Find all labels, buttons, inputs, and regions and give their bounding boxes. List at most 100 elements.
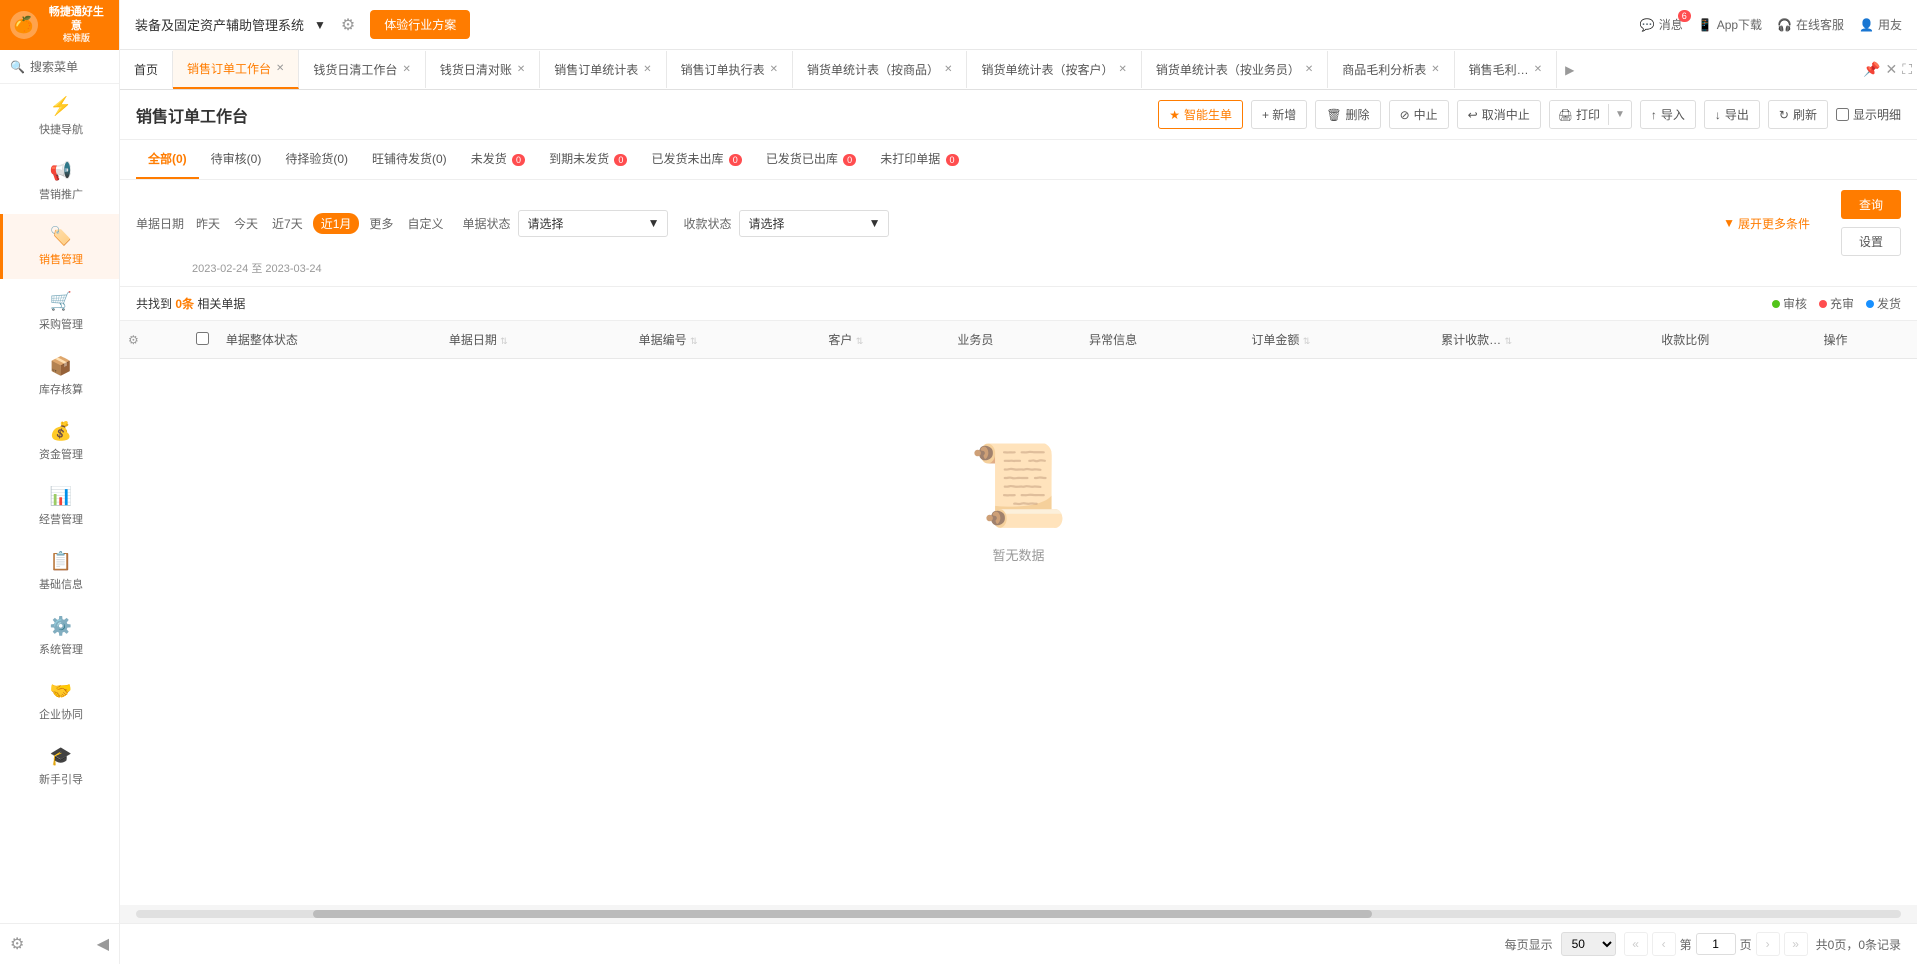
th-number[interactable]: 单据编号 ⇅ bbox=[631, 321, 821, 359]
tab-sales-workbench-close[interactable]: ✕ bbox=[276, 63, 284, 74]
select-all-checkbox[interactable] bbox=[196, 332, 209, 345]
th-settings[interactable]: ⚙ bbox=[120, 321, 188, 359]
audit-action[interactable]: 审核 bbox=[1772, 295, 1807, 312]
horizontal-scrollbar[interactable] bbox=[136, 910, 1901, 918]
tab-customer-stats[interactable]: 销货单统计表（按客户） ✕ bbox=[967, 51, 1141, 88]
set-button[interactable]: 设置 bbox=[1841, 227, 1901, 256]
sub-tab-not-printed[interactable]: 未打印单据 0 bbox=[868, 140, 970, 179]
sidebar-search[interactable]: 🔍 搜索菜单 bbox=[0, 50, 119, 84]
revoke-action[interactable]: 充审 bbox=[1819, 295, 1854, 312]
ship-action[interactable]: 发货 bbox=[1866, 295, 1901, 312]
tab-sales-workbench[interactable]: 销售订单工作台 ✕ bbox=[173, 50, 299, 89]
tab-more-button[interactable]: ▶ bbox=[1557, 53, 1582, 87]
sub-tab-shipped-out[interactable]: 已发货已出库 0 bbox=[754, 140, 868, 179]
sub-tab-overdue-ship[interactable]: 到期未发货 0 bbox=[537, 140, 639, 179]
sub-tab-shop-pending[interactable]: 旺铺待发货(0) bbox=[360, 140, 459, 179]
tab-sales-stats-close[interactable]: ✕ bbox=[1305, 64, 1313, 75]
sub-tab-shipped-not-out[interactable]: 已发货未出库 0 bbox=[639, 140, 753, 179]
tab-margin[interactable]: 商品毛利分析表 ✕ bbox=[1328, 51, 1454, 88]
tab-reconcile[interactable]: 钱货日清对账 ✕ bbox=[426, 51, 540, 88]
sidebar-settings-icon[interactable]: ⚙ bbox=[10, 934, 24, 954]
tab-home[interactable]: 首页 bbox=[120, 51, 173, 88]
plan-button[interactable]: 体验行业方案 bbox=[370, 10, 470, 39]
message-group[interactable]: 💬 消息 6 bbox=[1640, 16, 1683, 33]
tab-sales-stats[interactable]: 销货单统计表（按业务员） ✕ bbox=[1142, 51, 1328, 88]
query-button[interactable]: 查询 bbox=[1841, 190, 1901, 219]
sub-tab-pending-inspect[interactable]: 待择验货(0) bbox=[273, 140, 360, 179]
filter-expand-button[interactable]: ▼ 展开更多条件 bbox=[1723, 215, 1810, 232]
th-amount[interactable]: 订单金额 ⇅ bbox=[1243, 321, 1433, 359]
tab-expand-icon[interactable]: ⛶ bbox=[1902, 61, 1912, 78]
tab-daily-clear-close[interactable]: ✕ bbox=[402, 64, 410, 75]
payment-filter-select[interactable]: 请选择 ▼ bbox=[739, 210, 889, 237]
tab-reconcile-close[interactable]: ✕ bbox=[517, 64, 525, 75]
tab-sales-margin[interactable]: 销售毛利… ✕ bbox=[1455, 51, 1557, 88]
th-checkbox[interactable] bbox=[188, 321, 218, 359]
sidebar-item-collaboration[interactable]: 🤝 企业协同 bbox=[0, 669, 119, 734]
tab-goods-stats[interactable]: 销货单统计表（按商品） ✕ bbox=[793, 51, 967, 88]
tab-order-stats[interactable]: 销售订单统计表 ✕ bbox=[540, 51, 666, 88]
show-detail-checkbox[interactable]: 显示明细 bbox=[1836, 106, 1901, 123]
th-date[interactable]: 单据日期 ⇅ bbox=[441, 321, 631, 359]
date-opt-today[interactable]: 今天 bbox=[230, 213, 262, 234]
import-button[interactable]: ↑ 导入 bbox=[1640, 100, 1696, 129]
sort-date-icon[interactable]: ⇅ bbox=[500, 336, 508, 346]
date-opt-more[interactable]: 更多 bbox=[365, 213, 397, 234]
sub-tab-pending-review[interactable]: 待审核(0) bbox=[199, 140, 274, 179]
sidebar-item-guide[interactable]: 🎓 新手引导 bbox=[0, 734, 119, 799]
sidebar-item-operation[interactable]: 📊 经营管理 bbox=[0, 474, 119, 539]
tab-goods-stats-close[interactable]: ✕ bbox=[944, 64, 952, 75]
tab-margin-close[interactable]: ✕ bbox=[1431, 64, 1439, 75]
sidebar-item-sales[interactable]: 🏷️ 销售管理 bbox=[0, 214, 119, 279]
show-detail-input[interactable] bbox=[1836, 108, 1849, 121]
date-opt-yesterday[interactable]: 昨天 bbox=[192, 213, 224, 234]
sidebar-item-basic[interactable]: 📋 基础信息 bbox=[0, 539, 119, 604]
expand-icon[interactable]: ▼ bbox=[314, 18, 326, 32]
print-arrow[interactable]: ▼ bbox=[1608, 104, 1631, 125]
sidebar-item-system[interactable]: ⚙️ 系统管理 bbox=[0, 604, 119, 669]
th-collected[interactable]: 累计收款… ⇅ bbox=[1433, 321, 1653, 359]
tab-daily-clear[interactable]: 钱货日清工作台 ✕ bbox=[299, 51, 425, 88]
date-opt-7days[interactable]: 近7天 bbox=[268, 213, 307, 234]
smart-create-button[interactable]: ★ 智能生单 bbox=[1158, 100, 1243, 129]
status-filter-select[interactable]: 请选择 ▼ bbox=[518, 210, 668, 237]
sort-number-icon[interactable]: ⇅ bbox=[690, 336, 698, 346]
refresh-button[interactable]: ↻ 刷新 bbox=[1768, 100, 1828, 129]
sort-amount-icon[interactable]: ⇅ bbox=[1303, 336, 1311, 346]
sidebar-item-marketing[interactable]: 📢 营销推广 bbox=[0, 149, 119, 214]
tab-order-exec-close[interactable]: ✕ bbox=[770, 64, 778, 75]
tab-close-all-icon[interactable]: ✕ bbox=[1885, 61, 1897, 78]
user-group[interactable]: 👤 用友 bbox=[1859, 16, 1902, 33]
sidebar-collapse-icon[interactable]: ◀ bbox=[97, 934, 109, 954]
scrollbar-thumb[interactable] bbox=[313, 910, 1372, 918]
page-input[interactable] bbox=[1696, 933, 1736, 955]
suspend-button[interactable]: ⊘ 中止 bbox=[1389, 100, 1449, 129]
sub-tab-not-shipped[interactable]: 未发货 0 bbox=[459, 140, 537, 179]
page-prev-btn[interactable]: ‹ bbox=[1652, 932, 1676, 956]
export-button[interactable]: ↓ 导出 bbox=[1704, 100, 1760, 129]
sub-tab-all[interactable]: 全部(0) bbox=[136, 140, 199, 179]
tab-pin-icon[interactable]: 📌 bbox=[1863, 61, 1880, 78]
sidebar-item-purchase[interactable]: 🛒 采购管理 bbox=[0, 279, 119, 344]
page-first-btn[interactable]: « bbox=[1624, 932, 1648, 956]
sidebar-item-finance[interactable]: 💰 资金管理 bbox=[0, 409, 119, 474]
app-download-group[interactable]: 📱 App下载 bbox=[1698, 16, 1762, 33]
page-last-btn[interactable]: » bbox=[1784, 932, 1808, 956]
cancel-suspend-button[interactable]: ↩ 取消中止 bbox=[1457, 100, 1541, 129]
tab-customer-stats-close[interactable]: ✕ bbox=[1118, 64, 1126, 75]
page-next-btn[interactable]: › bbox=[1756, 932, 1780, 956]
online-service-group[interactable]: 🎧 在线客服 bbox=[1777, 16, 1844, 33]
settings-icon[interactable]: ⚙ bbox=[341, 15, 355, 35]
sort-customer-icon[interactable]: ⇅ bbox=[856, 336, 864, 346]
tab-order-exec[interactable]: 销售订单执行表 ✕ bbox=[667, 51, 793, 88]
print-button[interactable]: 🖨 打印 bbox=[1550, 101, 1608, 128]
th-customer[interactable]: 客户 ⇅ bbox=[820, 321, 949, 359]
per-page-select[interactable]: 50 100 200 bbox=[1561, 932, 1616, 956]
sidebar-item-quick-nav[interactable]: ⚡ 快捷导航 bbox=[0, 84, 119, 149]
date-opt-1month[interactable]: 近1月 bbox=[313, 213, 360, 234]
sort-collected-icon[interactable]: ⇅ bbox=[1504, 336, 1512, 346]
add-button[interactable]: + 新增 bbox=[1251, 100, 1307, 129]
sidebar-item-inventory[interactable]: 📦 库存核算 bbox=[0, 344, 119, 409]
delete-button[interactable]: 🗑 删除 bbox=[1315, 100, 1380, 129]
tab-order-stats-close[interactable]: ✕ bbox=[643, 64, 651, 75]
